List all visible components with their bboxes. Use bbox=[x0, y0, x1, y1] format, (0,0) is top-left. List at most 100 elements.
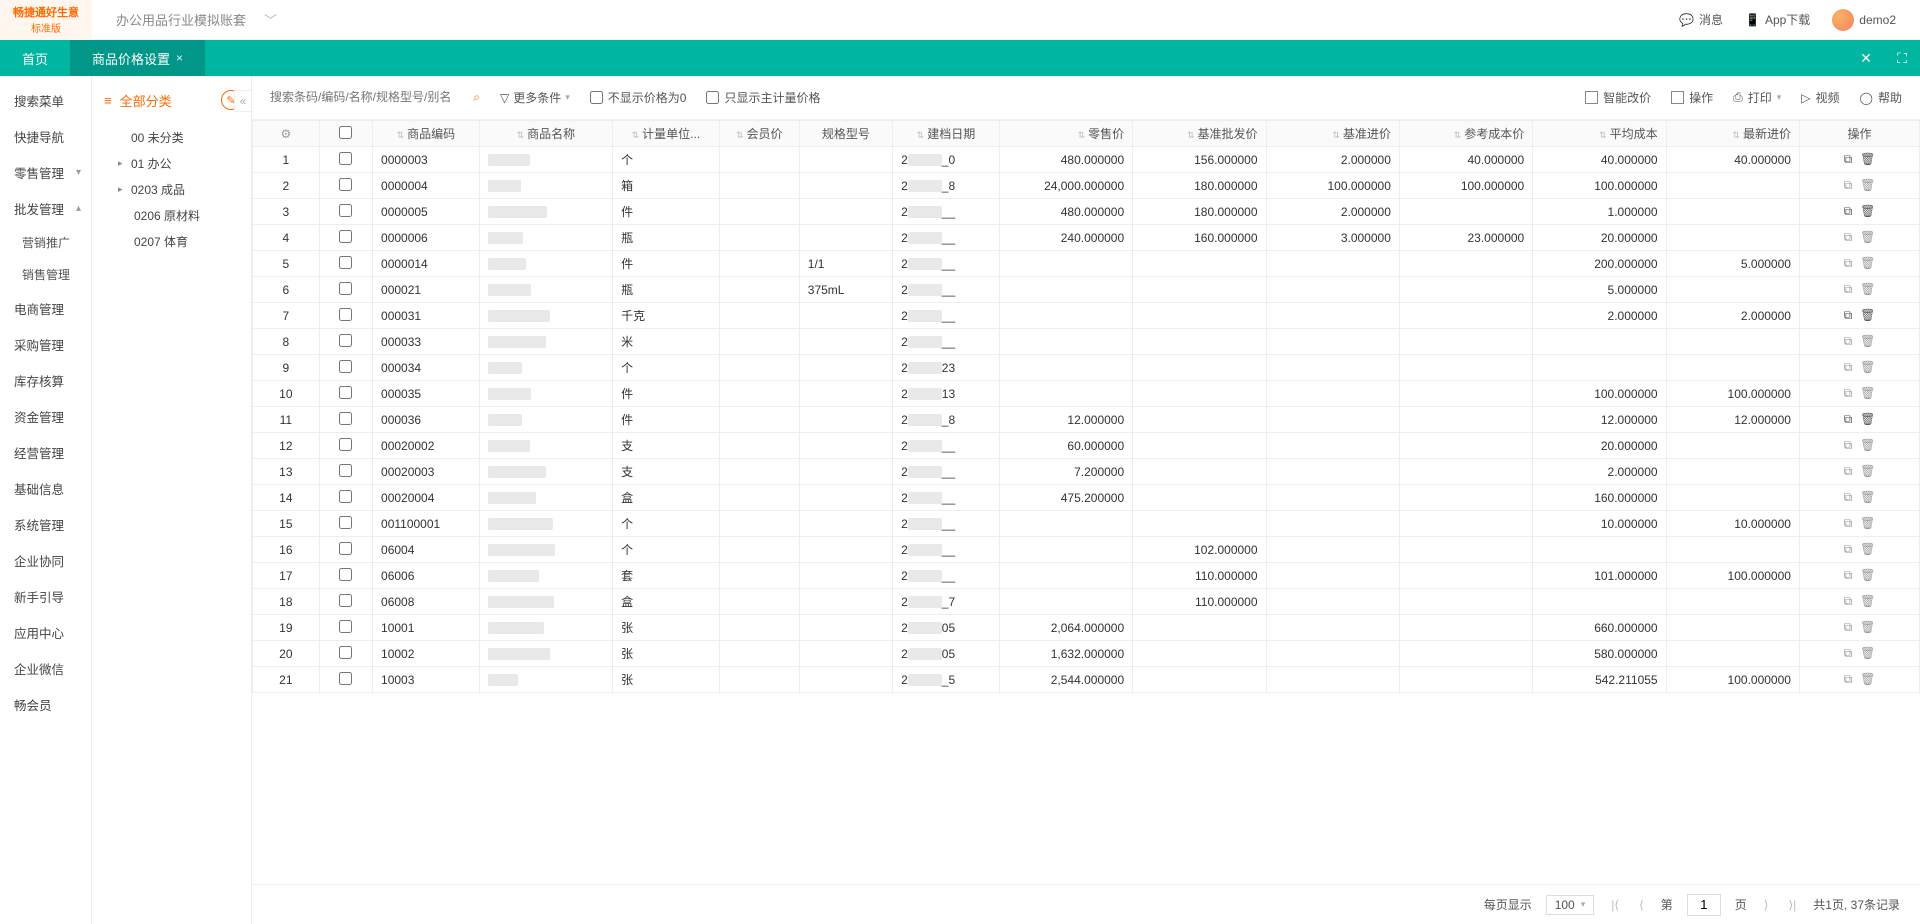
table-row[interactable]: 1300020003支2__7.2000002.000000⧉🗑 bbox=[253, 459, 1920, 485]
close-all-tabs-button[interactable]: ✕ bbox=[1848, 40, 1884, 76]
nav-promotion[interactable]: 营销推广 bbox=[22, 226, 91, 258]
col-date[interactable]: ⇅建档日期 bbox=[893, 121, 1000, 147]
cell-checkbox[interactable] bbox=[319, 433, 372, 459]
table-row[interactable]: 8000033米2__⧉🗑 bbox=[253, 329, 1920, 355]
cell-checkbox[interactable] bbox=[319, 199, 372, 225]
tree-node-01[interactable]: ▸01 办公 bbox=[104, 150, 241, 176]
nav-appcenter[interactable]: 应用中心 bbox=[0, 614, 91, 650]
search-input[interactable] bbox=[270, 90, 465, 104]
cell-checkbox[interactable] bbox=[319, 667, 372, 693]
col-select-all[interactable] bbox=[319, 121, 372, 147]
tree-node-0203[interactable]: ▸0203 成品 bbox=[104, 176, 241, 202]
nav-corp[interactable]: 企业协同 bbox=[0, 542, 91, 578]
delete-icon[interactable]: 🗑 bbox=[1860, 672, 1875, 687]
app-download-button[interactable]: 📱App下载 bbox=[1745, 11, 1810, 28]
copy-icon[interactable]: ⧉ bbox=[1844, 490, 1853, 505]
cell-checkbox[interactable] bbox=[319, 459, 372, 485]
col-retail[interactable]: ⇅零售价 bbox=[999, 121, 1132, 147]
delete-icon[interactable]: 🗑 bbox=[1860, 490, 1875, 505]
delete-icon[interactable]: 🗑 bbox=[1860, 230, 1875, 245]
table-row[interactable]: 1200020002支2__60.00000020.000000⧉🗑 bbox=[253, 433, 1920, 459]
cell-checkbox[interactable] bbox=[319, 329, 372, 355]
cell-checkbox[interactable] bbox=[319, 381, 372, 407]
nav-quick[interactable]: 快捷导航 bbox=[0, 118, 91, 154]
col-unit[interactable]: ⇅计量单位... bbox=[613, 121, 720, 147]
tree-node-00[interactable]: 00 未分类 bbox=[104, 124, 241, 150]
help-button[interactable]: ◯帮助 bbox=[1860, 89, 1902, 106]
tree-node-0206[interactable]: 0206 原材料 bbox=[104, 202, 241, 228]
nav-guide[interactable]: 新手引导 bbox=[0, 578, 91, 614]
delete-icon[interactable]: 🗑 bbox=[1860, 620, 1875, 635]
table-row[interactable]: 30000005件2__480.000000180.0000002.000000… bbox=[253, 199, 1920, 225]
copy-icon[interactable]: ⧉ bbox=[1844, 412, 1853, 427]
collapse-tree-button[interactable]: « bbox=[234, 90, 252, 112]
nav-member[interactable]: 畅会员 bbox=[0, 686, 91, 722]
copy-icon[interactable]: ⧉ bbox=[1844, 152, 1853, 167]
copy-icon[interactable]: ⧉ bbox=[1844, 646, 1853, 661]
nav-wholesale[interactable]: 批发管理▴ bbox=[0, 190, 91, 226]
cell-checkbox[interactable] bbox=[319, 251, 372, 277]
copy-icon[interactable]: ⧉ bbox=[1844, 438, 1853, 453]
copy-icon[interactable]: ⧉ bbox=[1844, 360, 1853, 375]
copy-icon[interactable]: ⧉ bbox=[1844, 568, 1853, 583]
operations-button[interactable]: 操作 bbox=[1671, 89, 1713, 106]
delete-icon[interactable]: 🗑 bbox=[1860, 542, 1875, 557]
table-row[interactable]: 10000035件213100.000000100.000000⧉🗑 bbox=[253, 381, 1920, 407]
nav-retail[interactable]: 零售管理▾ bbox=[0, 154, 91, 190]
delete-icon[interactable]: 🗑 bbox=[1860, 646, 1875, 661]
table-row[interactable]: 1706006套2__110.000000101.000000100.00000… bbox=[253, 563, 1920, 589]
cell-checkbox[interactable] bbox=[319, 355, 372, 381]
col-member[interactable]: ⇅会员价 bbox=[719, 121, 799, 147]
nav-wecom[interactable]: 企业微信 bbox=[0, 650, 91, 686]
table-row[interactable]: 15001100001个2__10.00000010.000000⧉🗑 bbox=[253, 511, 1920, 537]
delete-icon[interactable]: 🗑 bbox=[1860, 360, 1875, 375]
copy-icon[interactable]: ⧉ bbox=[1844, 204, 1853, 219]
copy-icon[interactable]: ⧉ bbox=[1844, 386, 1853, 401]
delete-icon[interactable]: 🗑 bbox=[1860, 152, 1875, 167]
search-icon[interactable]: ⌕ bbox=[473, 90, 480, 105]
delete-icon[interactable]: 🗑 bbox=[1860, 256, 1875, 271]
copy-icon[interactable]: ⧉ bbox=[1844, 516, 1853, 531]
copy-icon[interactable]: ⧉ bbox=[1844, 672, 1853, 687]
cell-checkbox[interactable] bbox=[319, 537, 372, 563]
workspace-selector[interactable]: 办公用品行业模拟账套 ﹀ bbox=[116, 10, 277, 29]
nav-finance[interactable]: 资金管理 bbox=[0, 398, 91, 434]
col-base[interactable]: ⇅基准进价 bbox=[1266, 121, 1399, 147]
delete-icon[interactable]: 🗑 bbox=[1860, 516, 1875, 531]
col-name[interactable]: ⇅商品名称 bbox=[479, 121, 612, 147]
cell-checkbox[interactable] bbox=[319, 147, 372, 173]
cell-checkbox[interactable] bbox=[319, 277, 372, 303]
table-row[interactable]: 20000004箱2_824,000.000000180.000000100.0… bbox=[253, 173, 1920, 199]
more-filters-button[interactable]: ▽更多条件▾ bbox=[500, 89, 570, 106]
copy-icon[interactable]: ⧉ bbox=[1844, 308, 1853, 323]
copy-icon[interactable]: ⧉ bbox=[1844, 282, 1853, 297]
cell-checkbox[interactable] bbox=[319, 563, 372, 589]
page-last-button[interactable]: ⟩| bbox=[1785, 898, 1799, 912]
tab-price-settings[interactable]: 商品价格设置 × bbox=[70, 40, 205, 76]
nav-search[interactable]: 搜索菜单 bbox=[0, 82, 91, 118]
cell-checkbox[interactable] bbox=[319, 589, 372, 615]
col-settings[interactable]: ⚙ bbox=[253, 121, 320, 147]
cell-checkbox[interactable] bbox=[319, 407, 372, 433]
tree-node-0207[interactable]: 0207 体育 bbox=[104, 228, 241, 254]
table-row[interactable]: 1910001张2052,064.000000660.000000⧉🗑 bbox=[253, 615, 1920, 641]
cell-checkbox[interactable] bbox=[319, 173, 372, 199]
col-avg[interactable]: ⇅平均成本 bbox=[1533, 121, 1666, 147]
video-button[interactable]: ▷视频 bbox=[1801, 89, 1839, 106]
cell-checkbox[interactable] bbox=[319, 641, 372, 667]
cell-checkbox[interactable] bbox=[319, 225, 372, 251]
search-box[interactable]: ⌕ bbox=[270, 90, 480, 106]
nav-sales[interactable]: 销售管理 bbox=[22, 258, 91, 290]
cell-checkbox[interactable] bbox=[319, 615, 372, 641]
table-row[interactable]: 7000031千克2__2.0000002.000000⧉🗑 bbox=[253, 303, 1920, 329]
close-icon[interactable]: × bbox=[176, 51, 183, 65]
table-row[interactable]: 1400020004盒2__475.200000160.000000⧉🗑 bbox=[253, 485, 1920, 511]
cell-checkbox[interactable] bbox=[319, 485, 372, 511]
col-spec[interactable]: 规格型号 bbox=[799, 121, 892, 147]
data-table-wrapper[interactable]: ⚙ ⇅商品编码 ⇅商品名称 ⇅计量单位... ⇅会员价 规格型号 ⇅建档日期 ⇅… bbox=[252, 120, 1920, 884]
col-wholesale[interactable]: ⇅基准批发价 bbox=[1133, 121, 1266, 147]
only-main-unit-checkbox[interactable]: 只显示主计量价格 bbox=[706, 89, 820, 106]
copy-icon[interactable]: ⧉ bbox=[1844, 230, 1853, 245]
page-next-button[interactable]: ⟩ bbox=[1761, 898, 1772, 912]
delete-icon[interactable]: 🗑 bbox=[1860, 386, 1875, 401]
